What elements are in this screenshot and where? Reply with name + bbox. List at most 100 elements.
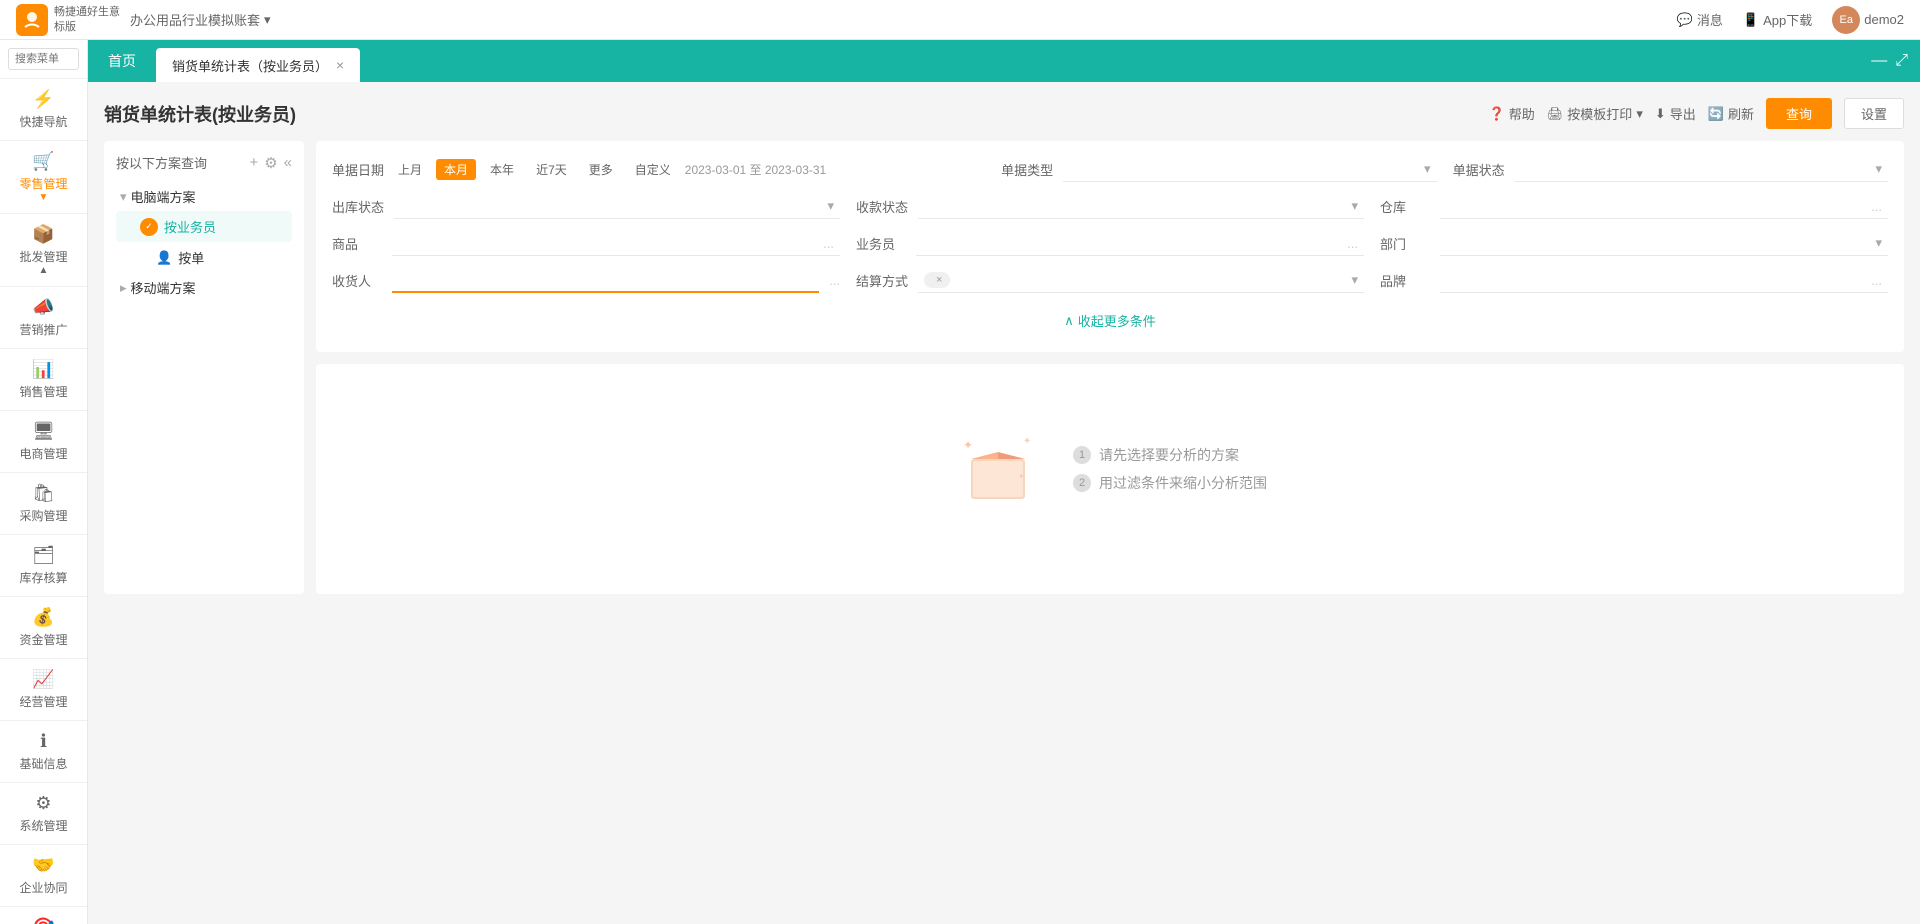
brand-dots: ... — [1871, 273, 1882, 288]
sidebar-search-area — [0, 40, 87, 79]
page-actions: ❓ 帮助 🖨 按模板打印 ▾ ⬇ 导出 🔄 刷新 — [1489, 98, 1904, 129]
goods-select[interactable]: ... — [392, 232, 840, 256]
collapse-panel-button[interactable]: « — [284, 154, 292, 172]
doc-type-label: 单据类型 — [1001, 160, 1053, 179]
empty-icon-area: ✦ ✦ ✦ 1 请先选择要分析的方案 2 — [953, 424, 1267, 514]
warehouse-select[interactable]: ... — [1440, 195, 1888, 219]
brand-select[interactable]: ... — [1440, 269, 1888, 293]
sidebar-item-guide[interactable]: 🎯 新手引导 — [0, 907, 87, 924]
print-button[interactable]: 🖨 按模板打印 ▾ — [1547, 104, 1643, 123]
collab-icon: 🤝 — [32, 855, 54, 876]
sidebar-item-basic[interactable]: ℹ 基础信息 — [0, 721, 87, 783]
tab-bar: 首页 销货单统计表（按业务员） × — ⤢ — [88, 40, 1920, 82]
salesperson-dots: ... — [1347, 236, 1358, 251]
stock-status-select[interactable]: ▾ — [394, 194, 840, 219]
payment-method-clear-btn[interactable]: × — [936, 274, 942, 286]
curr-month-btn[interactable]: 本月 — [436, 159, 476, 180]
search-input[interactable] — [8, 48, 79, 70]
pc-section[interactable]: ▾ 电脑端方案 — [116, 182, 292, 211]
sidebar-item-inventory[interactable]: 🗂 库存核算 — [0, 535, 87, 597]
retail-icon: 🛒 — [32, 151, 54, 172]
sidebar-item-label: 销售管理 — [19, 383, 67, 400]
sidebar-item-shortcut[interactable]: ⚡ 快捷导航 — [0, 79, 87, 141]
doc-type-select[interactable]: ▾ — [1063, 157, 1436, 182]
receiver-input[interactable] — [392, 268, 819, 293]
department-label: 部门 — [1380, 234, 1430, 253]
tab-bar-right: — ⤢ — [1871, 52, 1920, 70]
app-download-label: App下载 — [1763, 10, 1812, 29]
filter-row-4: 收货人 ... 结算方式 × — [332, 268, 1888, 293]
sidebar-item-retail[interactable]: 🛒 零售管理 ▼ — [0, 141, 87, 214]
right-panel: 单据日期 上月 本月 本年 近7天 更多 自定义 2023-03-01 至 20… — [316, 141, 1904, 594]
refresh-button[interactable]: 🔄 刷新 — [1708, 104, 1754, 123]
tab-home[interactable]: 首页 — [88, 40, 156, 82]
sidebar-item-collab[interactable]: 🤝 企业协同 — [0, 845, 87, 907]
sidebar-item-ecommerce[interactable]: 🖥 电商管理 — [0, 411, 87, 473]
sidebar-item-marketing[interactable]: 📣 营销推广 — [0, 287, 87, 349]
department-select[interactable]: ▾ — [1440, 231, 1888, 256]
goods-dots: ... — [823, 236, 834, 251]
custom-btn[interactable]: 自定义 — [627, 159, 679, 180]
indent-label: 按单 — [178, 248, 204, 267]
doc-type-field: 单据类型 ▾ — [1001, 157, 1436, 182]
date-field: 单据日期 上月 本月 本年 近7天 更多 自定义 2023-03-01 至 20… — [332, 159, 985, 180]
active-tab-label: 销货单统计表（按业务员） — [172, 56, 328, 75]
7days-btn[interactable]: 近7天 — [528, 159, 575, 180]
svg-text:✦: ✦ — [1018, 472, 1025, 481]
tab-maximize-icon[interactable]: ⤢ — [1895, 52, 1908, 70]
year-btn[interactable]: 本年 — [482, 159, 522, 180]
message-action[interactable]: 💬 消息 — [1677, 10, 1723, 29]
left-panel: 按以下方案查询 + ⚙ « ▾ 电脑端方案 ✓ 按业务员 — [104, 141, 304, 594]
tab-close-icon[interactable]: × — [336, 57, 344, 73]
sidebar-item-purchase[interactable]: 🛍 采购管理 — [0, 473, 87, 535]
more-btn[interactable]: 更多 — [581, 159, 621, 180]
tab-minimize-icon[interactable]: — — [1871, 52, 1887, 70]
indent-scheme-item[interactable]: 👤 按单 — [116, 242, 292, 273]
filter-row-3: 商品 ... 业务员 ... — [332, 231, 1888, 256]
prev-month-btn[interactable]: 上月 — [390, 159, 430, 180]
mobile-section[interactable]: ▸ 移动端方案 — [116, 273, 292, 302]
panel-header: 按以下方案查询 + ⚙ « — [116, 153, 292, 172]
header-right: 💬 消息 📱 App下载 Ea demo2 — [1677, 6, 1904, 34]
tab-active[interactable]: 销货单统计表（按业务员） × — [156, 48, 360, 82]
finance-icon: 💰 — [32, 607, 54, 628]
user-area[interactable]: Ea demo2 — [1832, 6, 1904, 34]
wholesale-icon: 📦 — [32, 224, 54, 245]
receiver-label: 收货人 — [332, 271, 382, 290]
system-icon: ⚙ — [35, 793, 51, 814]
shortcut-icon: ⚡ — [32, 89, 54, 110]
stock-status-field: 出库状态 ▾ — [332, 194, 840, 219]
sidebar-item-sales[interactable]: 📊 销售管理 — [0, 349, 87, 411]
settings-scheme-button[interactable]: ⚙ — [264, 154, 277, 172]
sidebar-item-wholesale[interactable]: 📦 批发管理 ▲ — [0, 214, 87, 287]
add-scheme-button[interactable]: + — [249, 154, 258, 172]
basic-icon: ℹ — [40, 731, 47, 752]
sidebar-item-system[interactable]: ⚙ 系统管理 — [0, 783, 87, 845]
payment-chevron2: ▾ — [1351, 272, 1358, 288]
query-button[interactable]: 查询 — [1766, 98, 1832, 129]
avatar-text: Ea — [1840, 14, 1853, 26]
export-button[interactable]: ⬇ 导出 — [1655, 104, 1696, 123]
settings-button[interactable]: 设置 — [1844, 98, 1904, 129]
sidebar-item-operations[interactable]: 📈 经营管理 — [0, 659, 87, 721]
payment-method-select[interactable]: × ▾ — [918, 268, 1364, 293]
doc-status-select[interactable]: ▾ — [1515, 157, 1888, 182]
dept-chevron: ▾ — [1875, 235, 1882, 251]
user-name: demo2 — [1864, 12, 1904, 27]
salesperson-scheme-label: 按业务员 — [164, 217, 216, 236]
hint-text-2: 用过滤条件来缩小分析范围 — [1099, 469, 1267, 497]
help-button[interactable]: ❓ 帮助 — [1489, 104, 1535, 123]
brand-field: 品牌 ... — [1380, 269, 1888, 293]
logo-text: 畅捷通好生意 标版 — [54, 5, 120, 34]
payment-method-field: 结算方式 × ▾ — [856, 268, 1364, 293]
workspace-selector[interactable]: 办公用品行业模拟账套 ▾ — [130, 10, 271, 29]
export-label: 导出 — [1670, 104, 1696, 123]
collapse-button[interactable]: ∧ 收起更多条件 — [332, 305, 1888, 336]
warehouse-dots: ... — [1871, 199, 1882, 214]
salesperson-select[interactable]: ... — [916, 232, 1364, 256]
salesperson-scheme-item[interactable]: ✓ 按业务员 — [116, 211, 292, 242]
app-download-action[interactable]: 📱 App下载 — [1743, 10, 1812, 29]
sidebar-item-finance[interactable]: 💰 资金管理 — [0, 597, 87, 659]
main-layout: ⚡ 快捷导航 🛒 零售管理 ▼ 📦 批发管理 ▲ 📣 营销推广 📊 销售管理 🖥… — [0, 40, 1920, 924]
payment-status-select[interactable]: ▾ — [918, 194, 1364, 219]
